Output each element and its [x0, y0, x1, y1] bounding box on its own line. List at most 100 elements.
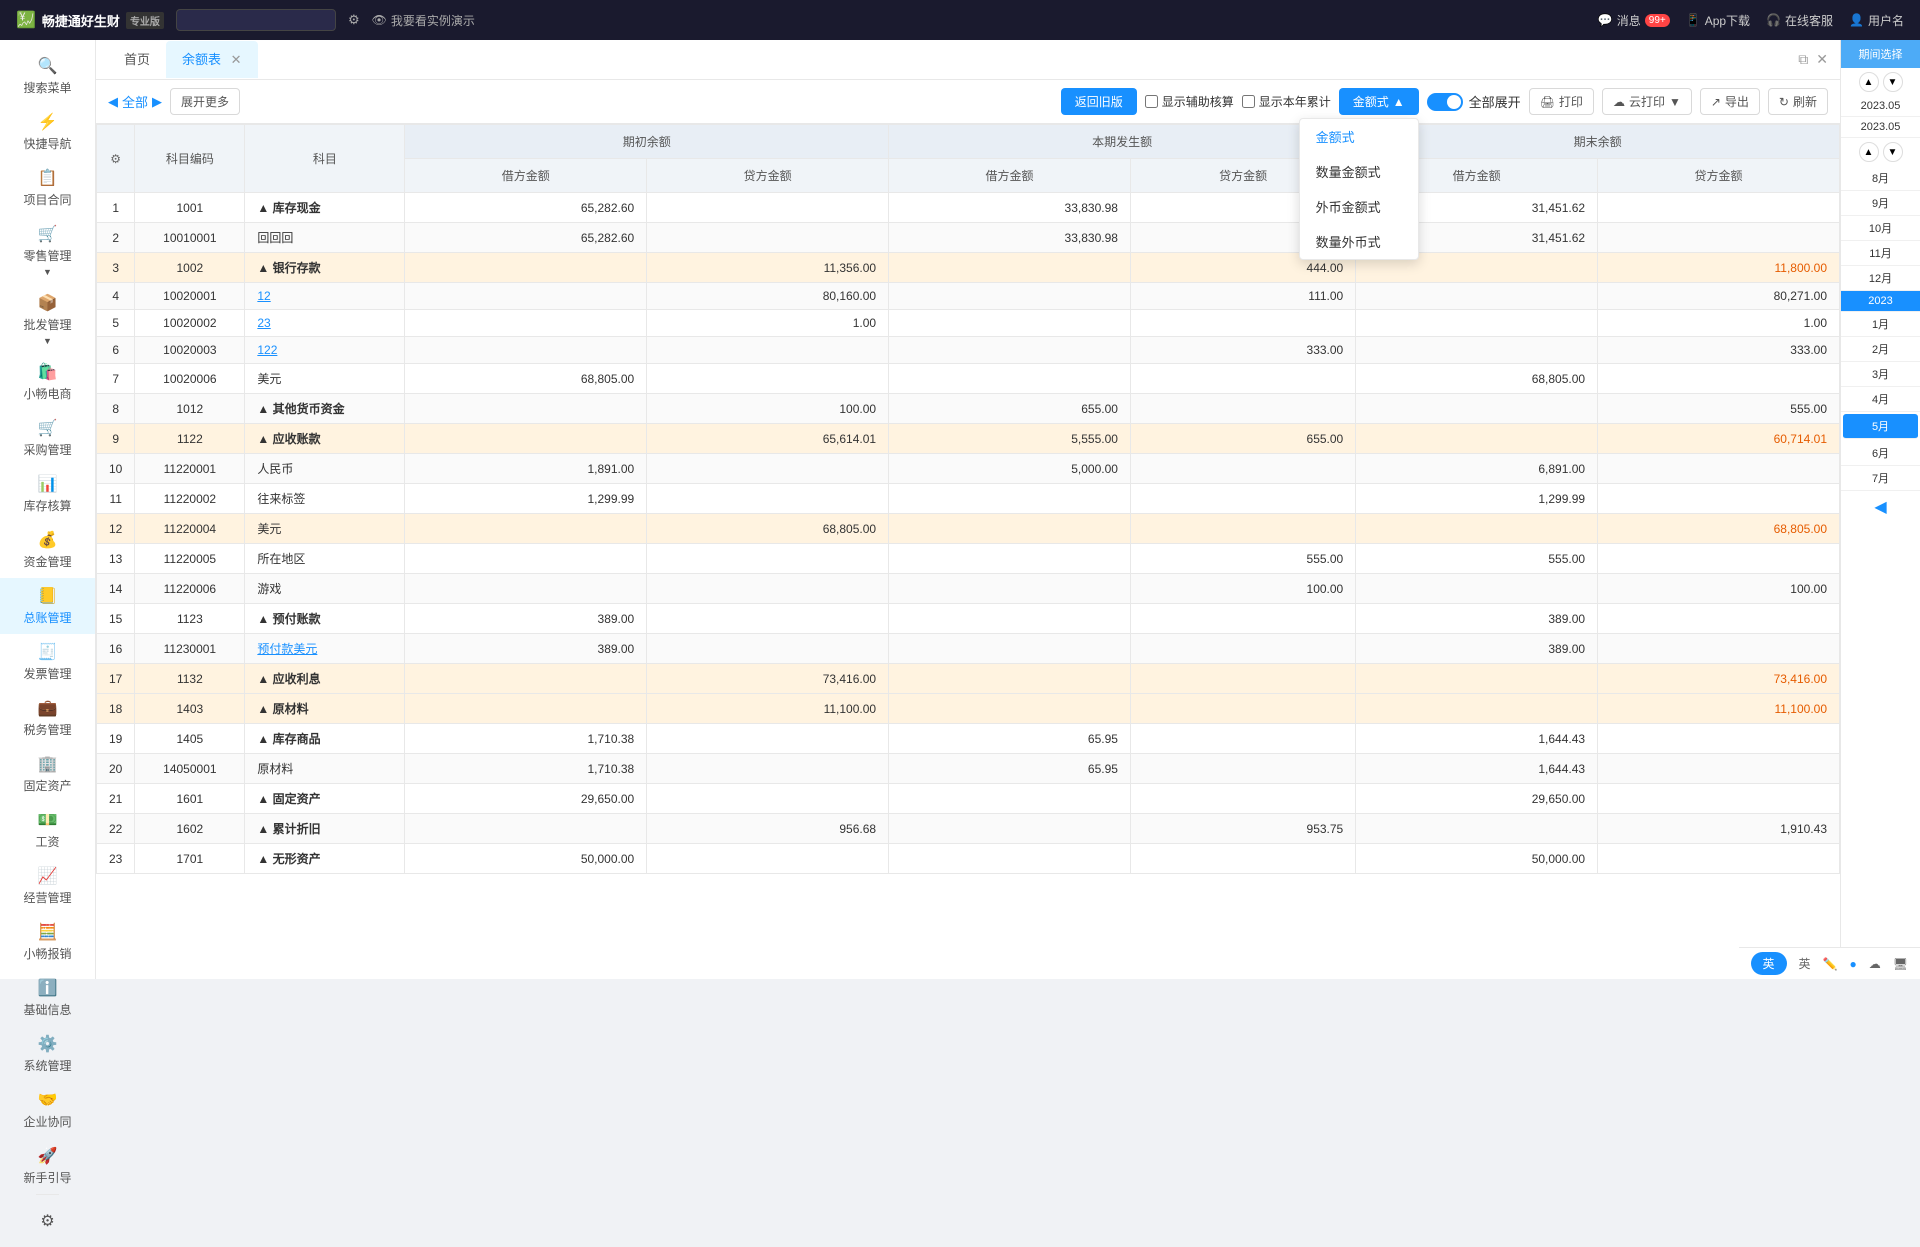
sidebar-item-collab[interactable]: 🤝 企业协同 — [0, 1082, 95, 1138]
tab-restore-icon[interactable]: ⧉ — [1798, 51, 1808, 68]
lang-switch-btn[interactable]: 英 — [1751, 952, 1787, 975]
sidebar-item-tax[interactable]: 💼 税务管理 — [0, 690, 95, 746]
period-2023-05b[interactable]: 2023.05 — [1841, 117, 1920, 138]
month-12[interactable]: 12月 — [1841, 266, 1920, 291]
sidebar-item-invoice[interactable]: 🧾 发票管理 — [0, 634, 95, 690]
sidebar-item-guide[interactable]: 🚀 新手引导 — [0, 1138, 95, 1194]
format-option-qty-fx[interactable]: 数量外币式 — [1300, 224, 1418, 259]
month-7[interactable]: 7月 — [1841, 466, 1920, 491]
month-9[interactable]: 9月 — [1841, 191, 1920, 216]
cell-name[interactable]: ▲ 累计折旧 — [245, 814, 405, 844]
sidebar-item-operation[interactable]: 📈 经营管理 — [0, 858, 95, 914]
show-aux-input[interactable] — [1145, 95, 1158, 108]
system-icon: ⚙️ — [38, 1034, 58, 1054]
top-bar-left: 💹 畅捷通好生财 专业版 ⚙ 👁 我要看实例演示 — [16, 9, 475, 31]
format-option-qty-amount[interactable]: 数量金额式 — [1300, 154, 1418, 189]
demo-link[interactable]: 👁 我要看实例演示 — [372, 12, 475, 29]
cell-amount — [1130, 694, 1355, 724]
sidebar-item-quick[interactable]: ⚡ 快捷导航 — [0, 104, 95, 160]
sidebar-item-inventory[interactable]: 📊 库存核算 — [0, 466, 95, 522]
monitor-icon[interactable]: 🖥 — [1893, 957, 1908, 971]
tab-home[interactable]: 首页 — [108, 41, 166, 78]
month-4[interactable]: 4月 — [1841, 387, 1920, 412]
format-dropdown-btn[interactable]: 金额式 ▲ — [1339, 88, 1419, 115]
month-1[interactable]: 1月 — [1841, 312, 1920, 337]
show-ytd-input[interactable] — [1242, 95, 1255, 108]
show-aux-checkbox[interactable]: 显示辅助核算 — [1145, 93, 1234, 110]
month-3[interactable]: 3月 — [1841, 362, 1920, 387]
month-down-btn[interactable]: ▼ — [1883, 142, 1903, 162]
tab-close-all-icon[interactable]: ✕ — [1816, 51, 1828, 68]
refresh-btn[interactable]: ↻ 刷新 — [1768, 88, 1828, 115]
sidebar-item-settings[interactable]: ⚙ — [36, 1203, 58, 1239]
cell-name[interactable]: ▲ 库存商品 — [245, 724, 405, 754]
cell-name[interactable]: ▲ 库存现金 — [245, 193, 405, 223]
lang-icon[interactable]: 英 — [1799, 955, 1811, 972]
sidebar-item-project[interactable]: 📋 项目合同 — [0, 160, 95, 216]
sidebar-label-ledger: 总账管理 — [23, 609, 71, 626]
sidebar-item-ecommerce[interactable]: 🛍️ 小畅电商 — [0, 354, 95, 410]
cell-name[interactable]: ▲ 原材料 — [245, 694, 405, 724]
cloud-print-btn[interactable]: ☁ 云打印 ▼ — [1602, 88, 1692, 115]
expand-more-btn[interactable]: 展开更多 — [170, 88, 240, 115]
return-old-btn[interactable]: 返回旧版 — [1061, 88, 1137, 115]
year-2023[interactable]: 2023 — [1841, 291, 1920, 312]
dot-icon[interactable]: ● — [1850, 957, 1857, 971]
cell-name[interactable]: ▲ 无形资产 — [245, 844, 405, 874]
period-next-btn[interactable]: ▼ — [1883, 72, 1903, 92]
format-option-amount[interactable]: 金额式 — [1300, 119, 1418, 154]
period-prev-btn[interactable]: ▲ — [1859, 72, 1879, 92]
export-btn[interactable]: ↗ 导出 — [1700, 88, 1760, 115]
format-option-fx-amount[interactable]: 外币金额式 — [1300, 189, 1418, 224]
sidebar-item-assets[interactable]: 🏢 固定资产 — [0, 746, 95, 802]
collapse-panel-btn[interactable]: ◀ — [1841, 491, 1920, 523]
sidebar-item-finance[interactable]: 💰 资金管理 — [0, 522, 95, 578]
month-up-btn[interactable]: ▲ — [1859, 142, 1879, 162]
tab-close-icon[interactable]: ✕ — [231, 52, 242, 67]
month-8[interactable]: 8月 — [1841, 166, 1920, 191]
settings-icon[interactable]: ⚙ — [348, 12, 360, 28]
sidebar-item-salary[interactable]: 💵 工资 — [0, 802, 95, 858]
edit-icon[interactable]: ✏️ — [1823, 957, 1838, 971]
sidebar-item-retail[interactable]: 🛒 零售管理 ▼ — [0, 216, 95, 285]
cell-name[interactable]: ▲ 其他货币资金 — [245, 394, 405, 424]
month-5[interactable]: 5月 — [1843, 414, 1918, 439]
month-2[interactable]: 2月 — [1841, 337, 1920, 362]
cell-name[interactable]: ▲ 应收账款 — [245, 424, 405, 454]
nav-prev-icon[interactable]: ◀ — [108, 94, 118, 110]
tab-balance[interactable]: 余额表 ✕ — [166, 41, 258, 78]
chevron-up-icon: ▲ — [1393, 95, 1405, 109]
month-10[interactable]: 10月 — [1841, 216, 1920, 241]
sidebar-item-search[interactable]: 🔍 搜索菜单 — [0, 48, 95, 104]
cell-amount — [405, 424, 647, 454]
cell-name[interactable]: 122 — [245, 337, 405, 364]
cloud-save-icon[interactable]: ☁ — [1869, 957, 1881, 971]
app-download-btn[interactable]: 📱 App下载 — [1686, 12, 1750, 29]
user-avatar[interactable]: 👤 用户名 — [1849, 12, 1904, 29]
cell-name[interactable]: ▲ 银行存款 — [245, 253, 405, 283]
expand-all-toggle[interactable] — [1427, 93, 1463, 111]
print-btn[interactable]: 🖨 打印 — [1529, 88, 1594, 115]
month-11[interactable]: 11月 — [1841, 241, 1920, 266]
cell-name[interactable]: ▲ 预付账款 — [245, 604, 405, 634]
sidebar-item-expense[interactable]: 🧮 小畅报销 — [0, 914, 95, 970]
nav-next-icon[interactable]: ▶ — [152, 94, 162, 110]
cell-name[interactable]: 23 — [245, 310, 405, 337]
period-2023-05a[interactable]: 2023.05 — [1841, 96, 1920, 117]
sidebar-item-wholesale[interactable]: 📦 批发管理 ▼ — [0, 285, 95, 354]
show-ytd-checkbox[interactable]: 显示本年累计 — [1242, 93, 1331, 110]
settings-icon[interactable]: ⚙ — [110, 152, 121, 166]
cell-name[interactable]: 预付款美元 — [245, 634, 405, 664]
online-service-btn[interactable]: 🎧 在线客服 — [1766, 12, 1833, 29]
sidebar-item-purchase[interactable]: 🛒 采购管理 — [0, 410, 95, 466]
cell-name[interactable]: ▲ 应收利息 — [245, 664, 405, 694]
th-settings[interactable]: ⚙ — [97, 125, 135, 193]
sidebar-item-ledger[interactable]: 📒 总账管理 — [0, 578, 95, 634]
sidebar-item-basic[interactable]: ℹ️ 基础信息 — [0, 970, 95, 1026]
sidebar-item-system[interactable]: ⚙️ 系统管理 — [0, 1026, 95, 1082]
message-btn[interactable]: 💬 消息 99+ — [1598, 12, 1670, 29]
month-6[interactable]: 6月 — [1841, 441, 1920, 466]
cell-name[interactable]: ▲ 固定资产 — [245, 784, 405, 814]
cell-name[interactable]: 12 — [245, 283, 405, 310]
top-search-input[interactable] — [176, 9, 336, 31]
